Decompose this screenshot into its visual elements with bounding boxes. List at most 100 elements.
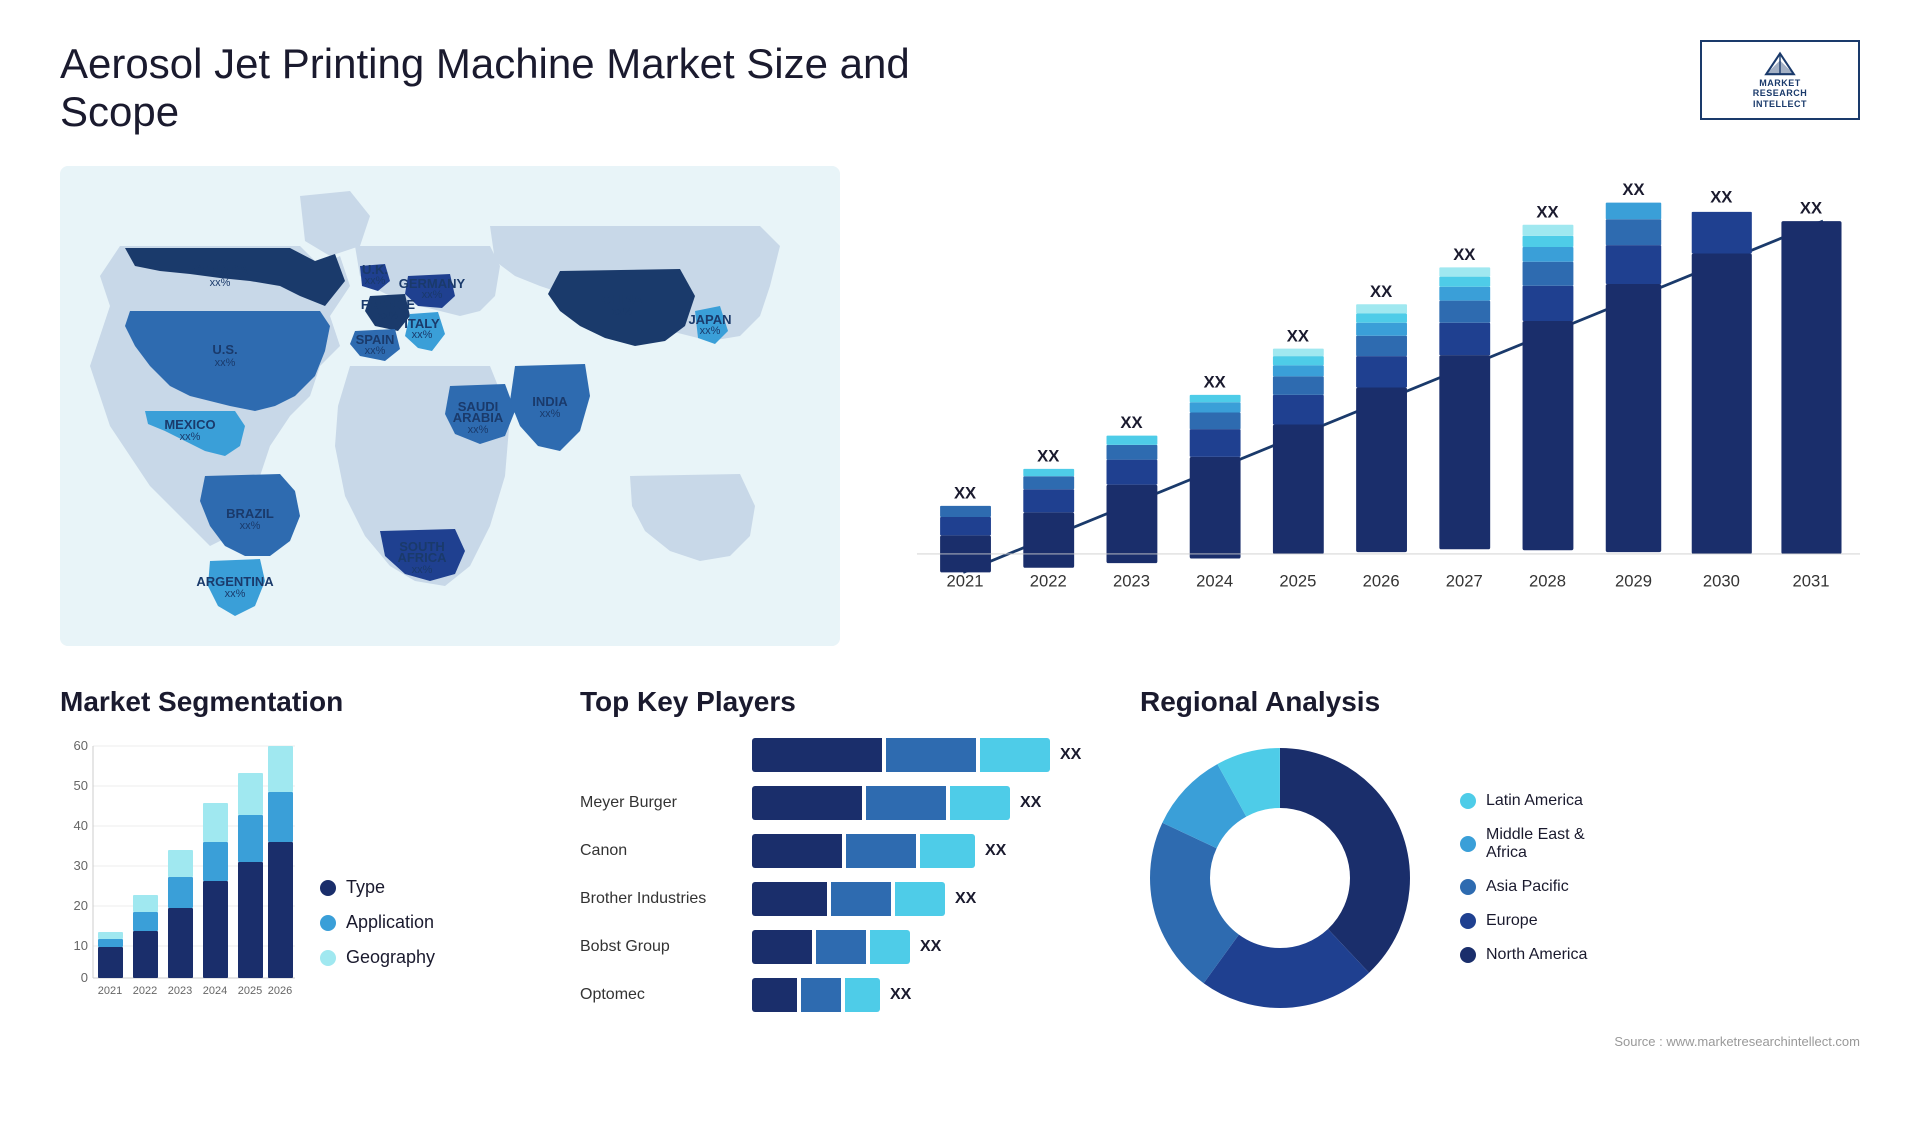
latin-dot xyxy=(1460,793,1476,809)
north-america-label: North America xyxy=(1486,946,1587,964)
players-title: Top Key Players xyxy=(580,686,1100,718)
reg-item-north-america: North America xyxy=(1460,946,1587,964)
svg-text:XX: XX xyxy=(1710,188,1732,207)
header: Aerosol Jet Printing Machine Market Size… xyxy=(60,40,1860,136)
player-name-3: Brother Industries xyxy=(580,890,740,908)
players-chart: XX Meyer Burger XX Canon xyxy=(580,738,1100,1012)
player-bar-2: XX xyxy=(752,834,1100,868)
svg-text:xx%: xx% xyxy=(412,329,433,341)
page-wrapper: Aerosol Jet Printing Machine Market Size… xyxy=(0,0,1920,1146)
svg-text:XX: XX xyxy=(1287,326,1309,345)
svg-text:CANADA: CANADA xyxy=(192,262,249,277)
svg-text:ARGENTINA: ARGENTINA xyxy=(196,574,274,589)
player-value-0: XX xyxy=(1060,746,1081,764)
latin-label: Latin America xyxy=(1486,792,1583,810)
svg-text:XX: XX xyxy=(1800,199,1822,218)
seg-chart: 60 50 40 30 20 10 0 xyxy=(60,738,300,998)
svg-text:xx%: xx% xyxy=(225,588,246,600)
bar-chart-container: 2021 XX 2022 XX 2023 XX xyxy=(880,166,1860,646)
svg-text:2024: 2024 xyxy=(203,985,227,997)
player-name-4: Bobst Group xyxy=(580,938,740,956)
svg-text:xx%: xx% xyxy=(240,520,261,532)
svg-text:2021: 2021 xyxy=(947,571,984,590)
donut-svg xyxy=(1140,738,1420,1018)
svg-text:xx%: xx% xyxy=(210,277,231,289)
svg-text:XX: XX xyxy=(1037,446,1059,465)
bottom-section: Market Segmentation 60 50 40 30 20 10 0 xyxy=(60,686,1860,1049)
regional-legend: Latin America Middle East &Africa Asia P… xyxy=(1460,792,1587,964)
svg-text:MEXICO: MEXICO xyxy=(164,417,215,432)
svg-text:XX: XX xyxy=(1370,282,1392,301)
player-name-1: Meyer Burger xyxy=(580,794,740,812)
svg-text:XX: XX xyxy=(1120,413,1142,432)
svg-text:2026: 2026 xyxy=(1363,571,1400,590)
type-dot xyxy=(320,880,336,896)
europe-dot xyxy=(1460,913,1476,929)
svg-text:2031: 2031 xyxy=(1793,571,1830,590)
player-name-5: Optomec xyxy=(580,986,740,1004)
svg-text:2025: 2025 xyxy=(238,985,262,997)
svg-text:BRAZIL: BRAZIL xyxy=(226,506,274,521)
application-label: Application xyxy=(346,912,434,933)
player-bar-0: XX xyxy=(752,738,1100,772)
seg-legend: Type Application Geography xyxy=(320,877,540,998)
player-row-5: Optomec XX xyxy=(580,978,1100,1012)
svg-text:ARABIA: ARABIA xyxy=(453,410,504,425)
svg-text:XX: XX xyxy=(1536,202,1558,221)
world-map: CANADA xx% U.S. xx% MEXICO xx% BRAZIL xx… xyxy=(60,166,840,646)
reg-item-apac: Asia Pacific xyxy=(1460,878,1587,896)
mea-dot xyxy=(1460,836,1476,852)
player-bar-3: XX xyxy=(752,882,1100,916)
reg-item-mea: Middle East &Africa xyxy=(1460,826,1587,862)
geography-dot xyxy=(320,950,336,966)
svg-text:xx%: xx% xyxy=(468,424,489,436)
svg-text:20: 20 xyxy=(74,898,88,913)
reg-item-europe: Europe xyxy=(1460,912,1587,930)
legend-item-type: Type xyxy=(320,877,540,898)
svg-text:XX: XX xyxy=(1453,245,1475,264)
svg-text:2030: 2030 xyxy=(1703,571,1740,590)
player-row-2: Canon XX xyxy=(580,834,1100,868)
svg-text:0: 0 xyxy=(81,970,88,985)
svg-text:50: 50 xyxy=(74,778,88,793)
svg-text:2028: 2028 xyxy=(1529,571,1566,590)
europe-label: Europe xyxy=(1486,912,1538,930)
svg-text:30: 30 xyxy=(74,858,88,873)
geography-label: Geography xyxy=(346,947,435,968)
player-row-1: Meyer Burger XX xyxy=(580,786,1100,820)
type-label: Type xyxy=(346,877,385,898)
player-value-1: XX xyxy=(1020,794,1041,812)
player-value-3: XX xyxy=(955,890,976,908)
svg-text:INDIA: INDIA xyxy=(532,394,568,409)
player-value-4: XX xyxy=(920,938,941,956)
svg-text:10: 10 xyxy=(74,938,88,953)
svg-text:XX: XX xyxy=(1622,180,1644,199)
bar-chart: 2021 XX 2022 XX 2023 XX xyxy=(880,166,1860,646)
svg-text:xx%: xx% xyxy=(180,431,201,443)
svg-text:2021: 2021 xyxy=(98,985,122,997)
player-value-2: XX xyxy=(985,842,1006,860)
source-text: Source : www.marketresearchintellect.com xyxy=(1140,1034,1860,1049)
seg-content: 60 50 40 30 20 10 0 xyxy=(60,738,540,998)
page-title: Aerosol Jet Printing Machine Market Size… xyxy=(60,40,960,136)
regional-section: Regional Analysis xyxy=(1140,686,1860,1049)
svg-text:xx%: xx% xyxy=(365,275,386,287)
top-section: CANADA xx% U.S. xx% MEXICO xx% BRAZIL xx… xyxy=(60,166,1860,646)
legend-item-geography: Geography xyxy=(320,947,540,968)
logo-box: MARKET RESEARCH INTELLECT xyxy=(1700,40,1860,120)
svg-text:60: 60 xyxy=(74,738,88,753)
svg-text:2025: 2025 xyxy=(1279,571,1316,590)
svg-text:2023: 2023 xyxy=(168,985,192,997)
svg-text:XX: XX xyxy=(954,483,976,502)
logo-icon xyxy=(1755,50,1805,78)
svg-text:xx%: xx% xyxy=(612,306,633,318)
svg-text:CHINA: CHINA xyxy=(601,292,643,307)
svg-text:xx%: xx% xyxy=(378,310,399,322)
svg-text:AFRICA: AFRICA xyxy=(397,550,447,565)
svg-text:xx%: xx% xyxy=(700,325,721,337)
legend-item-application: Application xyxy=(320,912,540,933)
svg-text:2022: 2022 xyxy=(1030,571,1067,590)
svg-text:xx%: xx% xyxy=(540,408,561,420)
svg-text:xx%: xx% xyxy=(365,345,386,357)
svg-text:U.S.: U.S. xyxy=(212,342,237,357)
